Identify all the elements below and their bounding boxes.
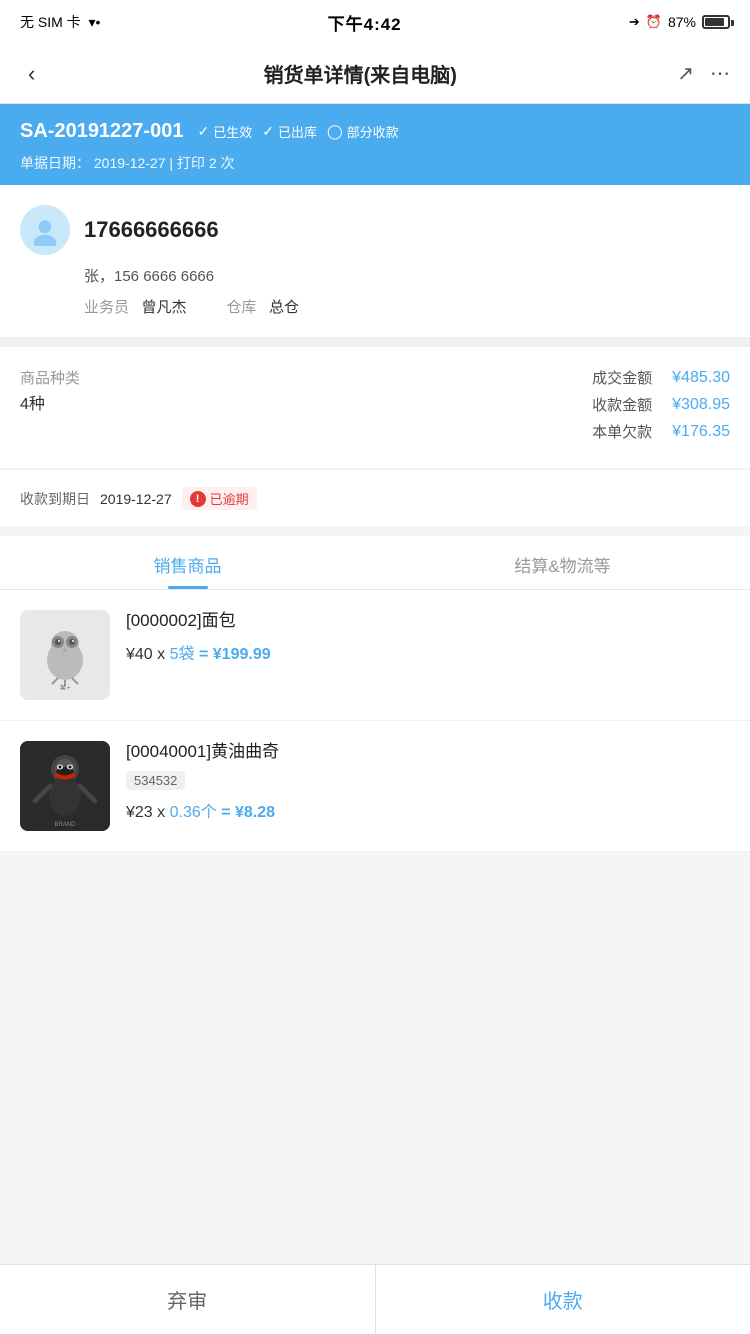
- warehouse: 仓库 总仓: [227, 296, 300, 317]
- more-icon[interactable]: ⋯: [710, 61, 730, 86]
- price-unit-2: ¥23: [126, 804, 153, 821]
- avatar-icon: [29, 214, 61, 246]
- multiply-sign-1: x: [157, 646, 169, 663]
- received-amount-row: 收款金额 ¥308.95: [592, 394, 730, 415]
- date-label: 单据日期：: [20, 155, 90, 171]
- transaction-label: 成交金额: [592, 367, 652, 388]
- overdue-badge: ! 已逾期: [182, 487, 257, 510]
- product-info-2: [00040001]黄油曲奇 534532 ¥23 x 0.36个 = ¥8.2…: [126, 741, 730, 831]
- product-info-1: [0000002]面包 ¥40 x 5袋 = ¥199.99: [126, 610, 730, 700]
- product-tabs: 销售商品 结算&物流等: [0, 536, 750, 590]
- transaction-value: ¥485.30: [672, 369, 730, 387]
- overdue-label: 已逾期: [210, 489, 249, 508]
- due-date-value: 2019-12-27: [100, 491, 172, 507]
- battery-percent: 87%: [668, 14, 696, 30]
- due-label: 收款到期日: [20, 489, 90, 509]
- debt-label: 本单欠款: [592, 421, 652, 442]
- bottom-spacer: [0, 852, 750, 932]
- svg-text:某+: 某+: [59, 684, 70, 690]
- status-right: ➔ ⏰ 87%: [629, 14, 730, 30]
- debt-value: ¥176.35: [672, 423, 730, 441]
- badge-effected-label: 已生效: [213, 122, 252, 141]
- owl-image: 某+: [30, 620, 100, 690]
- status-signal: 无 SIM 卡 ▾•: [20, 12, 100, 32]
- badge-effected: ✓ 已生效: [197, 122, 252, 141]
- share-icon[interactable]: ↗: [677, 61, 694, 86]
- product-sku-badge: 534532: [126, 771, 730, 790]
- back-button[interactable]: ‹: [20, 53, 43, 95]
- received-value: ¥308.95: [672, 396, 730, 414]
- product-name-1: [0000002]面包: [126, 610, 730, 632]
- product-thumbnail-2: BRAND: [20, 741, 110, 831]
- list-item: 某+ [0000002]面包 ¥40 x 5袋 = ¥199.99: [0, 590, 750, 721]
- page-title: 销货单详情(来自电脑): [264, 59, 457, 88]
- debt-amount-row: 本单欠款 ¥176.35: [592, 421, 730, 442]
- confirm-button[interactable]: 收款: [376, 1265, 750, 1334]
- due-date-section: 收款到期日 2019-12-27 ! 已逾期: [0, 471, 750, 526]
- product-thumbnail-1: 某+: [20, 610, 110, 700]
- customer-section: 17666666666 张，156 6666 6666 业务员 曾凡杰 仓库 总…: [0, 185, 750, 337]
- warehouse-value: 总仓: [269, 299, 299, 316]
- product-kinds-value: 4种: [20, 390, 80, 414]
- divider-1: [0, 337, 750, 347]
- svg-text:BRAND: BRAND: [54, 822, 76, 828]
- location-icon: ➔: [629, 14, 640, 30]
- order-date: 2019-12-27: [94, 155, 166, 171]
- badge-shipped: ✓ 已出库: [262, 122, 317, 141]
- order-banner-date-row: 单据日期： 2019-12-27 | 打印 2 次: [20, 153, 730, 173]
- cancel-button[interactable]: 弃审: [0, 1265, 376, 1334]
- warehouse-label: 仓库: [227, 299, 257, 316]
- customer-row: 17666666666: [20, 205, 730, 255]
- total-2: = ¥8.28: [221, 804, 275, 821]
- sales-rep-label: 业务员: [84, 299, 129, 316]
- badge-partial-payment: ◯ 部分收款: [327, 122, 399, 141]
- product-sku-2: 534532: [126, 771, 185, 790]
- customer-meta: 业务员 曾凡杰 仓库 总仓: [84, 296, 730, 317]
- summary-left: 商品种类 4种: [20, 367, 80, 414]
- tab-settlement-logistics[interactable]: 结算&物流等: [375, 536, 750, 589]
- customer-name-phone: 张，156 6666 6666: [84, 265, 730, 286]
- product-price-1: ¥40 x 5袋 = ¥199.99: [126, 640, 730, 664]
- nav-right-actions: ↗ ⋯: [677, 61, 730, 86]
- product-list: 某+ [0000002]面包 ¥40 x 5袋 = ¥199.99: [0, 590, 750, 852]
- sales-rep: 业务员 曾凡杰: [84, 296, 187, 317]
- transaction-amount-row: 成交金额 ¥485.30: [592, 367, 730, 388]
- multiply-sign-2: x: [157, 804, 169, 821]
- order-id: SA-20191227-001: [20, 120, 183, 143]
- price-unit-1: ¥40: [126, 646, 153, 663]
- sales-rep-value: 曾凡杰: [142, 299, 187, 316]
- summary-right: 成交金额 ¥485.30 收款金额 ¥308.95 本单欠款 ¥176.35: [592, 367, 730, 448]
- list-item: BRAND [00040001]黄油曲奇 534532 ¥23 x 0.36个 …: [0, 721, 750, 852]
- status-badges: ✓ 已生效 ✓ 已出库 ◯ 部分收款: [197, 122, 398, 141]
- nav-bar: ‹ 销货单详情(来自电脑) ↗ ⋯: [0, 44, 750, 104]
- product-price-2: ¥23 x 0.36个 = ¥8.28: [126, 798, 730, 822]
- check-icon-2: ✓: [262, 123, 274, 140]
- avatar: [20, 205, 70, 255]
- product-kinds-label: 商品种类: [20, 367, 80, 388]
- status-time: 下午4:42: [328, 10, 402, 35]
- badge-shipped-label: 已出库: [278, 122, 317, 141]
- product-name-2: [00040001]黄油曲奇: [126, 741, 730, 763]
- alarm-icon: ⏰: [646, 14, 662, 30]
- print-info: | 打印 2 次: [169, 155, 234, 171]
- overdue-icon: !: [190, 491, 206, 507]
- qty-1: 5袋: [170, 646, 195, 663]
- dark-product-image: BRAND: [20, 741, 110, 831]
- received-label: 收款金额: [592, 394, 652, 415]
- order-banner-row1: SA-20191227-001 ✓ 已生效 ✓ 已出库 ◯ 部分收款: [20, 120, 730, 143]
- bottom-bar: 弃审 收款: [0, 1264, 750, 1334]
- badge-partial-label: 部分收款: [347, 122, 399, 141]
- battery-icon: [702, 15, 730, 29]
- customer-phone: 17666666666: [84, 217, 219, 243]
- summary-row: 商品种类 4种 成交金额 ¥485.30 收款金额 ¥308.95 本单欠款 ¥…: [20, 367, 730, 448]
- summary-section: 商品种类 4种 成交金额 ¥485.30 收款金额 ¥308.95 本单欠款 ¥…: [0, 347, 750, 468]
- status-bar: 无 SIM 卡 ▾• 下午4:42 ➔ ⏰ 87%: [0, 0, 750, 44]
- order-banner: SA-20191227-001 ✓ 已生效 ✓ 已出库 ◯ 部分收款 单据日期：…: [0, 104, 750, 185]
- qty-2: 0.36个: [170, 804, 217, 821]
- tab-sales-products[interactable]: 销售商品: [0, 536, 375, 589]
- clock-icon: ◯: [327, 123, 343, 140]
- total-1: = ¥199.99: [199, 646, 271, 663]
- check-icon-1: ✓: [197, 123, 209, 140]
